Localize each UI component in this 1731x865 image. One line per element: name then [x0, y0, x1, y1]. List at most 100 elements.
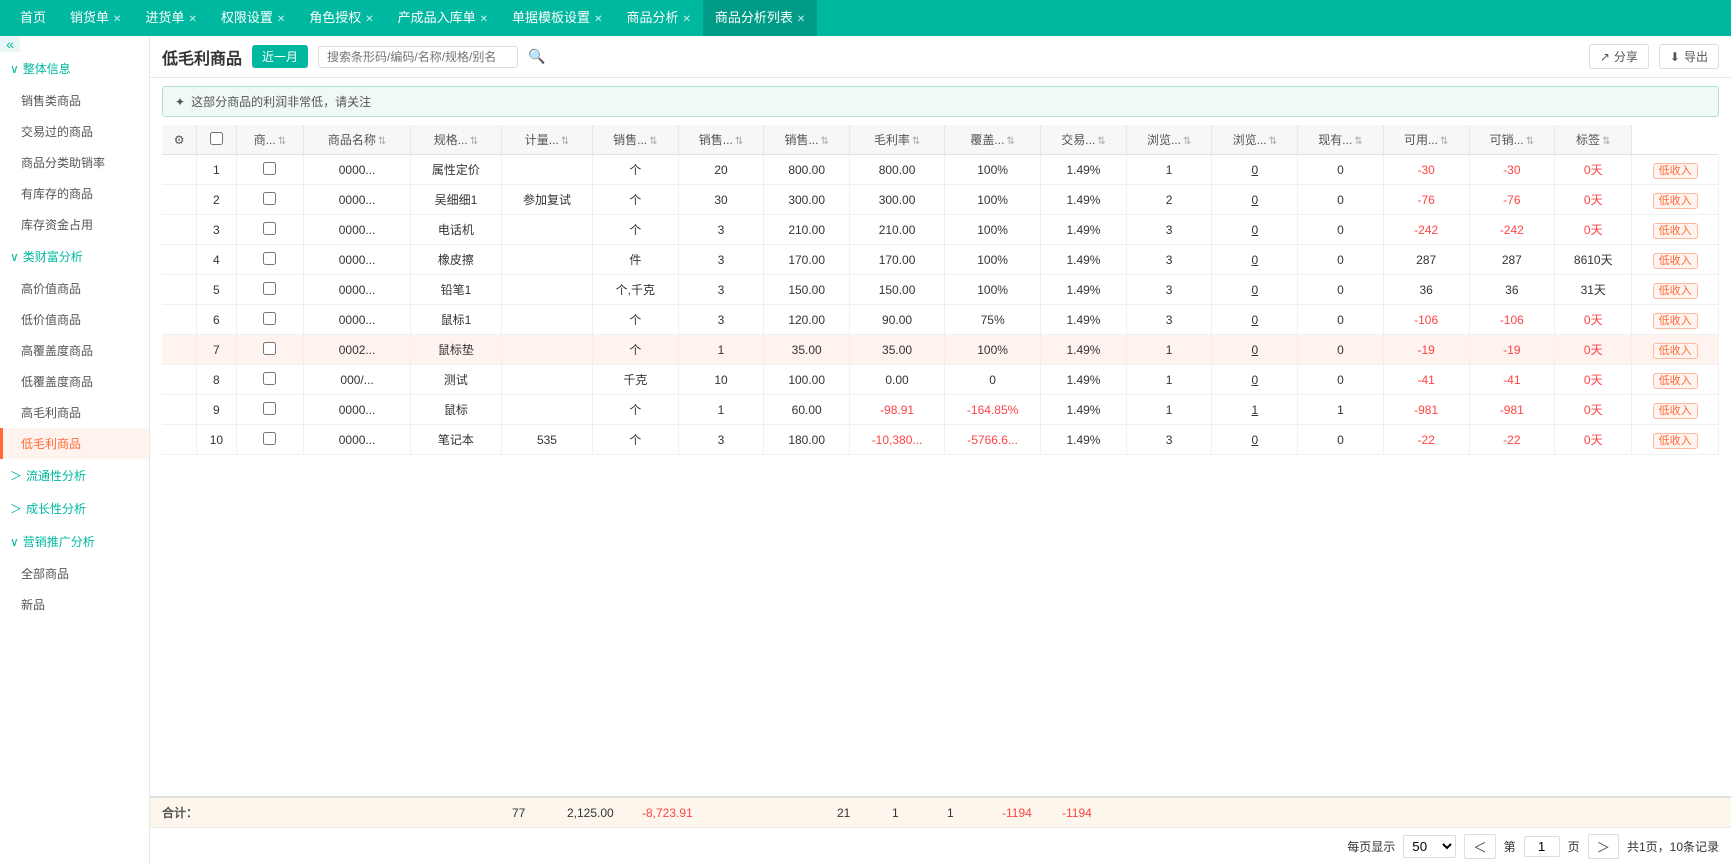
col-code[interactable]: 商...⇅	[236, 125, 304, 155]
sidebar-item-sales-products[interactable]: 销售类商品	[0, 85, 149, 116]
row-view1[interactable]: 0	[1212, 215, 1298, 245]
sidebar-item-all-products[interactable]: 全部商品	[0, 558, 149, 589]
row-select-checkbox[interactable]	[263, 282, 276, 295]
page-number-input[interactable]	[1524, 836, 1560, 857]
sidebar-item-traded-products[interactable]: 交易过的商品	[0, 116, 149, 147]
close-icon[interactable]: ✕	[113, 14, 121, 25]
col-checkbox[interactable]	[197, 125, 236, 155]
row-select-checkbox[interactable]	[263, 222, 276, 235]
close-icon[interactable]: ✕	[277, 14, 285, 25]
row-select-checkbox[interactable]	[263, 342, 276, 355]
sidebar-group-overall[interactable]: ∨ 整体信息	[0, 52, 149, 85]
sidebar-item-stock-capital[interactable]: 库存资金占用	[0, 209, 149, 240]
nav-role-auth[interactable]: 角色授权✕	[297, 0, 385, 36]
nav-template-settings[interactable]: 单据模板设置✕	[500, 0, 614, 36]
select-all-checkbox[interactable]	[210, 132, 223, 145]
col-saleable-days[interactable]: 可销...⇅	[1469, 125, 1555, 155]
col-available-stock[interactable]: 可用...⇅	[1383, 125, 1469, 155]
row-select-checkbox[interactable]	[263, 372, 276, 385]
sidebar-item-new-products[interactable]: 新品	[0, 589, 149, 620]
col-sales-price[interactable]: 销售...⇅	[678, 125, 764, 155]
row-view1[interactable]: 0	[1212, 185, 1298, 215]
next-page-button[interactable]: ＞	[1588, 834, 1619, 859]
col-view2[interactable]: 浏览...⇅	[1212, 125, 1298, 155]
close-icon[interactable]: ✕	[188, 14, 196, 25]
page-size-select[interactable]: 50 100 200	[1403, 835, 1456, 858]
search-button[interactable]: 🔍	[528, 48, 545, 65]
col-coverage[interactable]: 覆盖...⇅	[945, 125, 1041, 155]
col-name[interactable]: 商品名称⇅	[304, 125, 411, 155]
row-view1[interactable]: 0	[1212, 335, 1298, 365]
close-icon[interactable]: ✕	[480, 14, 488, 25]
row-select-checkbox[interactable]	[263, 192, 276, 205]
row-trade-count: 1	[1126, 155, 1212, 185]
sidebar-item-category-rate[interactable]: 商品分类助销率	[0, 147, 149, 178]
share-button[interactable]: ↗ 分享	[1589, 44, 1649, 69]
sidebar-group-growth[interactable]: ＞ 成长性分析	[0, 492, 149, 525]
row-view1[interactable]: 1	[1212, 395, 1298, 425]
col-tag[interactable]: 标签⇅	[1555, 125, 1632, 155]
nav-product-analysis-list[interactable]: 商品分析列表✕	[703, 0, 817, 36]
sidebar-item-low-coverage[interactable]: 低覆盖度商品	[0, 366, 149, 397]
nav-purchase-order[interactable]: 进货单✕	[133, 0, 208, 36]
sidebar-item-high-value[interactable]: 高价值商品	[0, 273, 149, 304]
row-view1[interactable]: 0	[1212, 305, 1298, 335]
col-sales-amount[interactable]: 销售...⇅	[764, 125, 850, 155]
col-spec[interactable]: 规格...⇅	[410, 125, 501, 155]
nav-product-analysis[interactable]: 商品分析✕	[614, 0, 702, 36]
row-view1[interactable]: 0	[1212, 275, 1298, 305]
close-icon[interactable]: ✕	[594, 14, 602, 25]
row-checkbox[interactable]	[236, 215, 304, 245]
row-code: 000/...	[304, 365, 411, 395]
row-gross-margin: 100%	[945, 185, 1041, 215]
nav-permissions[interactable]: 权限设置✕	[209, 0, 297, 36]
search-input[interactable]	[318, 46, 518, 68]
row-view1[interactable]: 0	[1212, 365, 1298, 395]
col-settings[interactable]: ⚙	[162, 125, 197, 155]
row-checkbox[interactable]	[236, 425, 304, 455]
row-select-checkbox[interactable]	[263, 252, 276, 265]
col-trade-count[interactable]: 交易...⇅	[1041, 125, 1127, 155]
export-button[interactable]: ⬇ 导出	[1659, 44, 1719, 69]
nav-home[interactable]: 首页	[8, 0, 58, 36]
period-button[interactable]: 近一月	[252, 45, 308, 68]
close-icon[interactable]: ✕	[365, 14, 373, 25]
close-icon[interactable]: ✕	[797, 14, 805, 25]
sidebar-collapse-button[interactable]: «	[0, 36, 20, 52]
row-select-checkbox[interactable]	[263, 402, 276, 415]
row-checkbox[interactable]	[236, 185, 304, 215]
row-checkbox[interactable]	[236, 305, 304, 335]
row-select-checkbox[interactable]	[263, 162, 276, 175]
row-checkbox[interactable]	[236, 155, 304, 185]
nav-sales-order[interactable]: 销货单✕	[58, 0, 133, 36]
row-view1[interactable]: 0	[1212, 245, 1298, 275]
row-checkbox[interactable]	[236, 365, 304, 395]
row-checkbox[interactable]	[236, 395, 304, 425]
col-view1[interactable]: 浏览...⇅	[1126, 125, 1212, 155]
sidebar-item-high-coverage[interactable]: 高覆盖度商品	[0, 335, 149, 366]
row-checkbox[interactable]	[236, 245, 304, 275]
row-sales-qty: 3	[678, 275, 764, 305]
sidebar-group-liquidity[interactable]: ＞ 流通性分析	[0, 459, 149, 492]
col-gross-margin[interactable]: 毛利率⇅	[850, 125, 945, 155]
sidebar-group-wealth[interactable]: ∨ 类财富分析	[0, 240, 149, 273]
sidebar-group-marketing[interactable]: ∨ 营销推广分析	[0, 525, 149, 558]
row-view1[interactable]: 0	[1212, 425, 1298, 455]
close-icon[interactable]: ✕	[682, 14, 690, 25]
row-select-checkbox[interactable]	[263, 312, 276, 325]
sidebar-item-low-value[interactable]: 低价值商品	[0, 304, 149, 335]
col-unit[interactable]: 计量...⇅	[501, 125, 592, 155]
row-checkbox[interactable]	[236, 275, 304, 305]
row-view2: 0	[1298, 155, 1384, 185]
row-view1[interactable]: 0	[1212, 155, 1298, 185]
col-current-stock[interactable]: 现有...⇅	[1298, 125, 1384, 155]
col-sales-qty[interactable]: 销售...⇅	[593, 125, 679, 155]
row-available-stock: -22	[1469, 425, 1555, 455]
sidebar-item-high-margin[interactable]: 高毛利商品	[0, 397, 149, 428]
sidebar-item-in-stock[interactable]: 有库存的商品	[0, 178, 149, 209]
row-select-checkbox[interactable]	[263, 432, 276, 445]
prev-page-button[interactable]: ＜	[1464, 834, 1495, 859]
sidebar-item-low-margin[interactable]: 低毛利商品	[0, 428, 149, 459]
nav-product-entry[interactable]: 产成品入库单✕	[386, 0, 500, 36]
row-checkbox[interactable]	[236, 335, 304, 365]
